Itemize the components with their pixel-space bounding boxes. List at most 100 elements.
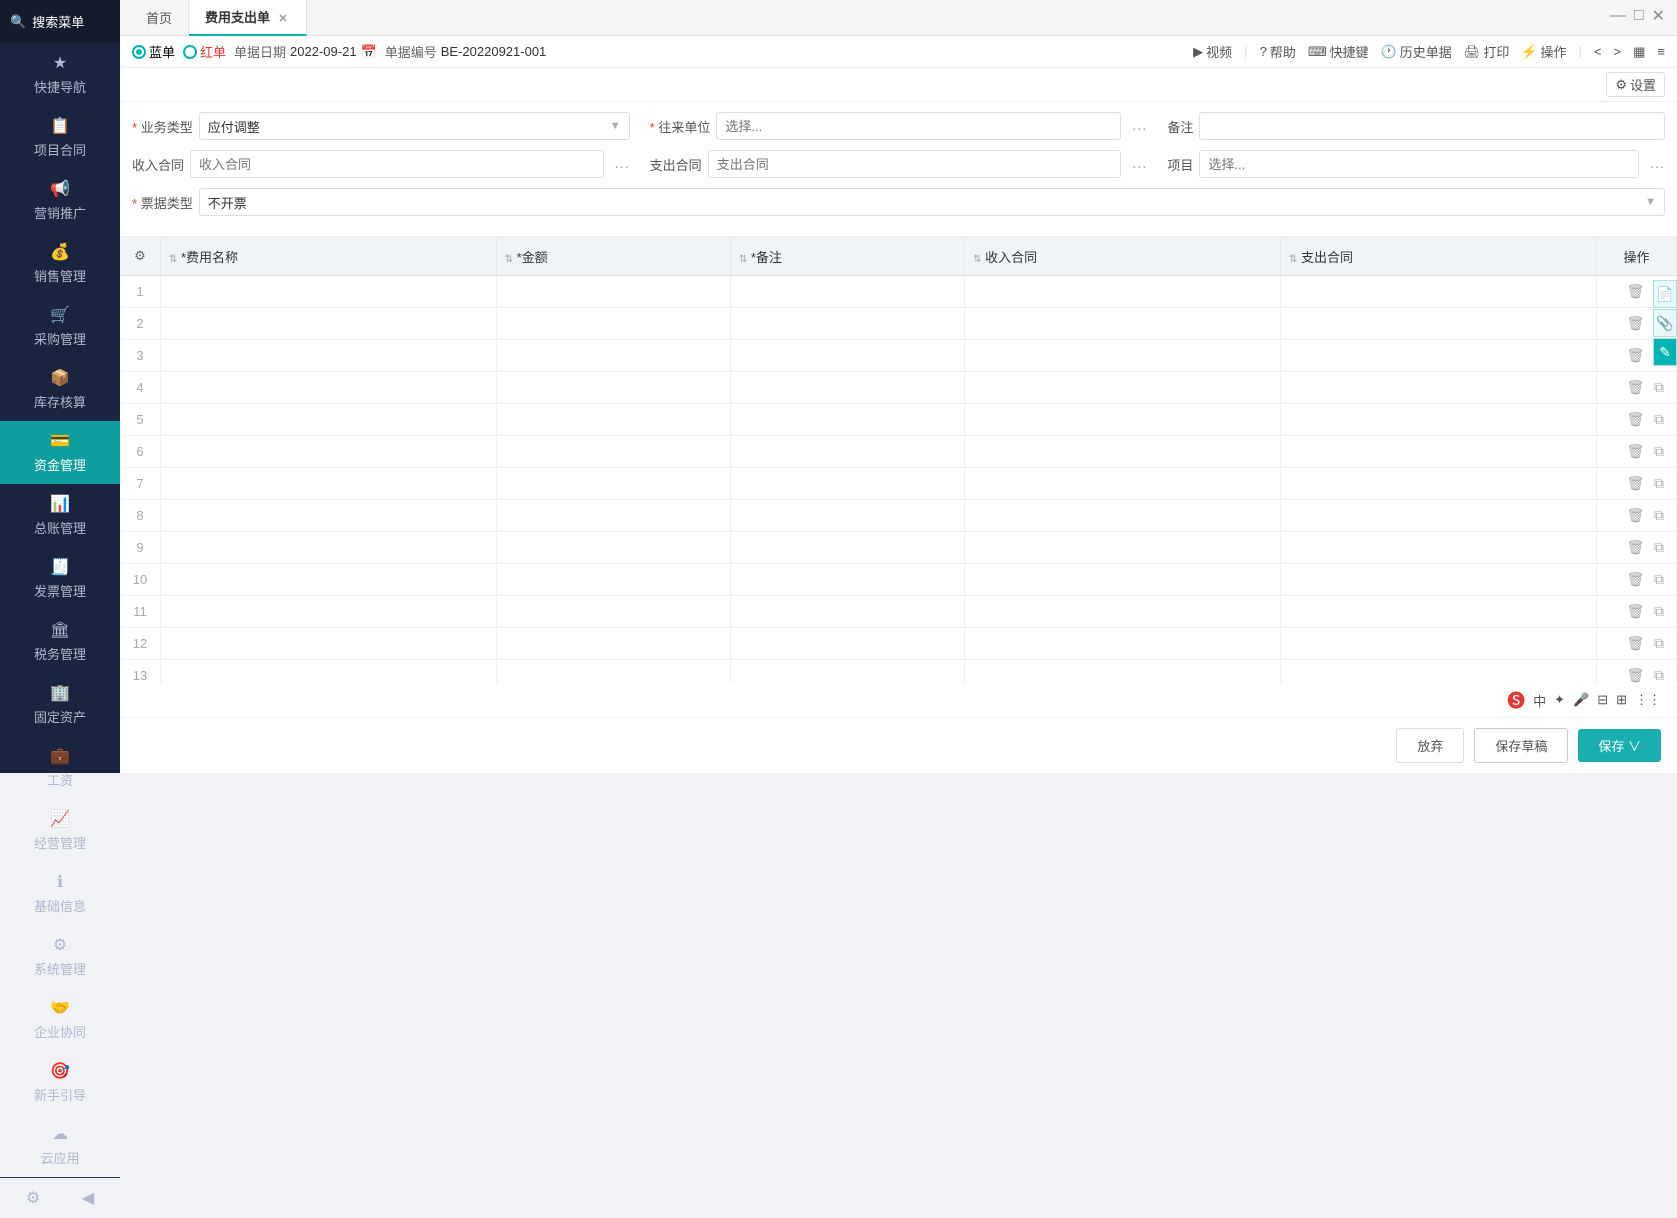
row-expense-contract-6[interactable] xyxy=(1281,436,1597,468)
shortcut-action[interactable]: ⌨ 快捷键 xyxy=(1308,42,1369,61)
row-copy-icon-10[interactable]: ⧉ xyxy=(1654,571,1664,587)
row-income-contract-3[interactable] xyxy=(965,340,1281,372)
row-expense-name-13[interactable] xyxy=(161,660,497,684)
row-delete-icon-8[interactable]: 🗑 xyxy=(1627,507,1645,523)
row-amount-13[interactable] xyxy=(496,660,730,684)
row-copy-icon-5[interactable]: ⧉ xyxy=(1654,411,1664,427)
grid-view-button[interactable]: ▦ xyxy=(1633,44,1645,60)
sidebar-item-10[interactable]: 🏢 固定资产 xyxy=(0,673,120,736)
invoice-type-select[interactable]: 不开票 ▼ xyxy=(199,188,1665,216)
table-settings-icon[interactable]: ⚙ xyxy=(128,244,152,268)
row-amount-8[interactable] xyxy=(496,500,730,532)
row-remark-10[interactable] xyxy=(730,564,964,596)
row-expense-name-9[interactable] xyxy=(161,532,497,564)
abandon-button[interactable]: 放弃 xyxy=(1396,728,1464,763)
help-action[interactable]: ? 帮助 xyxy=(1260,42,1296,61)
row-copy-icon-11[interactable]: ⧉ xyxy=(1654,603,1664,619)
list-view-button[interactable]: ≡ xyxy=(1657,44,1665,59)
nav-prev-button[interactable]: < xyxy=(1594,44,1602,59)
income-contract-input[interactable] xyxy=(190,150,604,178)
row-expense-name-8[interactable] xyxy=(161,500,497,532)
row-delete-icon-1[interactable]: 🗑 xyxy=(1627,283,1645,299)
row-income-contract-5[interactable] xyxy=(965,404,1281,436)
project-input[interactable] xyxy=(1199,150,1639,178)
row-copy-icon-4[interactable]: ⧉ xyxy=(1654,379,1664,395)
partner-input[interactable] xyxy=(716,112,1121,140)
row-delete-icon-5[interactable]: 🗑 xyxy=(1627,411,1645,427)
row-income-contract-8[interactable] xyxy=(965,500,1281,532)
row-copy-icon-9[interactable]: ⧉ xyxy=(1654,539,1664,555)
expense-contract-input[interactable] xyxy=(708,150,1122,178)
row-expense-name-2[interactable] xyxy=(161,308,497,340)
row-remark-6[interactable] xyxy=(730,436,964,468)
row-expense-name-1[interactable] xyxy=(161,276,497,308)
minimize-button[interactable]: — xyxy=(1610,7,1626,25)
sidebar-item-2[interactable]: 📢 营销推广 xyxy=(0,169,120,232)
row-income-contract-2[interactable] xyxy=(965,308,1281,340)
row-delete-icon-12[interactable]: 🗑 xyxy=(1627,635,1645,651)
sidebar-item-15[interactable]: 🤝 企业协同 xyxy=(0,988,120,1051)
sidebar-item-13[interactable]: ℹ 基础信息 xyxy=(0,862,120,925)
row-expense-name-4[interactable] xyxy=(161,372,497,404)
row-income-contract-4[interactable] xyxy=(965,372,1281,404)
row-expense-name-12[interactable] xyxy=(161,628,497,660)
side-icon-2[interactable]: 📎 xyxy=(1653,309,1677,337)
tab-0[interactable]: 首页 xyxy=(130,0,189,35)
row-income-contract-1[interactable] xyxy=(965,276,1281,308)
row-copy-icon-12[interactable]: ⧉ xyxy=(1654,635,1664,651)
sidebar-item-16[interactable]: 🎯 新手引导 xyxy=(0,1051,120,1114)
row-amount-9[interactable] xyxy=(496,532,730,564)
row-income-contract-6[interactable] xyxy=(965,436,1281,468)
row-delete-icon-7[interactable]: 🗑 xyxy=(1627,475,1645,491)
tab-1[interactable]: 费用支出单✕ xyxy=(189,0,307,36)
row-amount-6[interactable] xyxy=(496,436,730,468)
row-copy-icon-13[interactable]: ⧉ xyxy=(1654,667,1664,683)
row-remark-2[interactable] xyxy=(730,308,964,340)
row-expense-contract-12[interactable] xyxy=(1281,628,1597,660)
row-amount-1[interactable] xyxy=(496,276,730,308)
maximize-button[interactable]: □ xyxy=(1634,7,1644,25)
sidebar-item-0[interactable]: ★ 快捷导航 xyxy=(0,43,120,106)
red-bill-radio[interactable]: 红单 xyxy=(183,42,226,61)
row-amount-11[interactable] xyxy=(496,596,730,628)
th-amount[interactable]: ⇅ *金额 xyxy=(496,237,730,276)
settings-button[interactable]: ⚙ 设置 xyxy=(1606,72,1665,97)
sidebar-item-12[interactable]: 📈 经营管理 xyxy=(0,799,120,862)
print-action[interactable]: 🖨 打印 xyxy=(1464,42,1510,61)
sidebar-item-14[interactable]: ⚙ 系统管理 xyxy=(0,925,120,988)
number-value[interactable]: BE-20220921-001 xyxy=(441,44,547,59)
row-expense-contract-4[interactable] xyxy=(1281,372,1597,404)
row-income-contract-7[interactable] xyxy=(965,468,1281,500)
row-expense-contract-3[interactable] xyxy=(1281,340,1597,372)
row-expense-name-10[interactable] xyxy=(161,564,497,596)
row-expense-name-3[interactable] xyxy=(161,340,497,372)
video-action[interactable]: ▶ 视频 xyxy=(1193,42,1232,61)
row-remark-4[interactable] xyxy=(730,372,964,404)
sidebar-item-11[interactable]: 💼 工资 xyxy=(0,736,120,799)
row-remark-13[interactable] xyxy=(730,660,964,684)
sidebar-item-3[interactable]: 💰 销售管理 xyxy=(0,232,120,295)
blue-bill-radio[interactable]: 蓝单 xyxy=(132,42,175,61)
row-delete-icon-13[interactable]: 🗑 xyxy=(1627,667,1645,683)
row-income-contract-10[interactable] xyxy=(965,564,1281,596)
search-menu-button[interactable]: 🔍 搜索菜单 xyxy=(0,0,120,43)
expense-contract-more-icon[interactable]: … xyxy=(1131,155,1147,173)
sidebar-item-1[interactable]: 📋 项目合同 xyxy=(0,106,120,169)
row-copy-icon-8[interactable]: ⧉ xyxy=(1654,507,1664,523)
row-expense-contract-7[interactable] xyxy=(1281,468,1597,500)
sidebar-item-9[interactable]: 🏛 税务管理 xyxy=(0,610,120,673)
row-delete-icon-6[interactable]: 🗑 xyxy=(1627,443,1645,459)
row-remark-5[interactable] xyxy=(730,404,964,436)
row-income-contract-13[interactable] xyxy=(965,660,1281,684)
side-icon-1[interactable]: 📄 xyxy=(1653,280,1677,308)
row-expense-contract-8[interactable] xyxy=(1281,500,1597,532)
income-contract-more-icon[interactable]: … xyxy=(614,155,630,173)
row-expense-contract-5[interactable] xyxy=(1281,404,1597,436)
operation-action[interactable]: ⚡ 操作 xyxy=(1521,42,1566,61)
row-copy-icon-6[interactable]: ⧉ xyxy=(1654,443,1664,459)
row-income-contract-12[interactable] xyxy=(965,628,1281,660)
row-expense-contract-10[interactable] xyxy=(1281,564,1597,596)
row-remark-3[interactable] xyxy=(730,340,964,372)
row-delete-icon-10[interactable]: 🗑 xyxy=(1627,571,1645,587)
row-income-contract-9[interactable] xyxy=(965,532,1281,564)
